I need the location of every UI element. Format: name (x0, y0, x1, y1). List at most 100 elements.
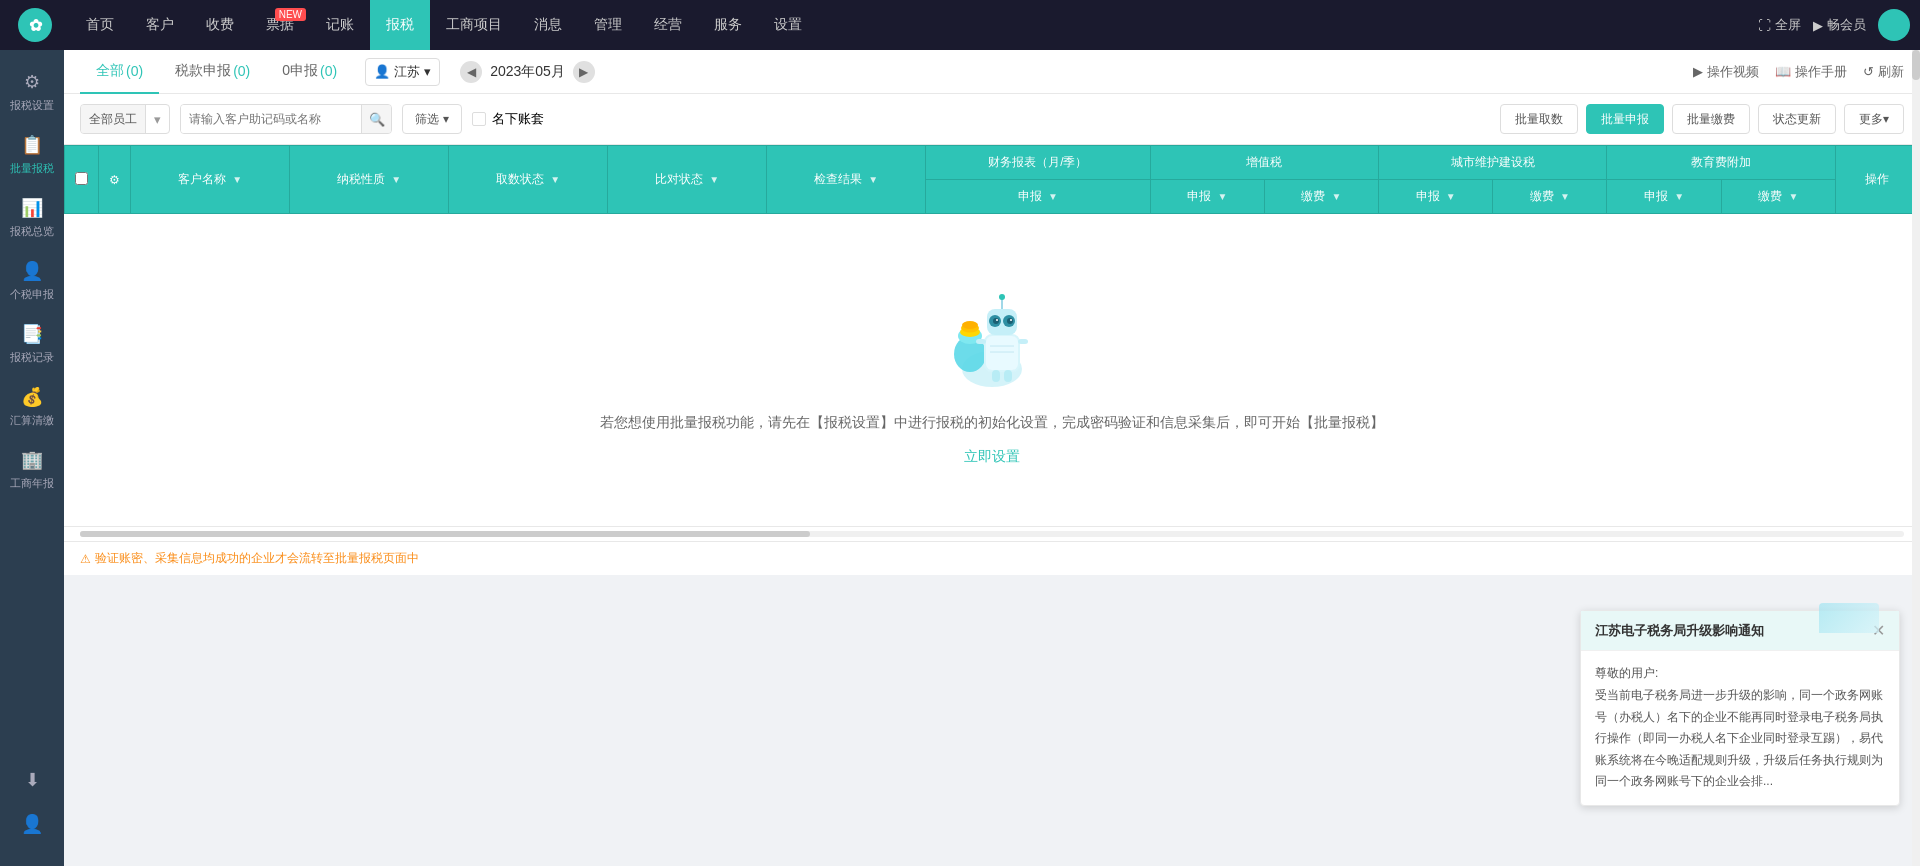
th-vat-declare: 申报 ▼ (1150, 180, 1264, 214)
th-tax-filter-icon[interactable]: ▼ (391, 174, 401, 185)
batch-pay-btn[interactable]: 批量缴费 (1672, 104, 1750, 134)
membership-icon: ▶ (1813, 18, 1823, 33)
user-avatar[interactable] (1878, 9, 1910, 41)
batch-fetch-btn[interactable]: 批量取数 (1500, 104, 1578, 134)
province-dropdown-icon: ▾ (424, 64, 431, 79)
svg-point-11 (993, 318, 999, 324)
select-all-checkbox[interactable] (75, 172, 88, 185)
account-checkbox-wrap[interactable]: 名下账套 (472, 110, 544, 128)
video-tutorial-btn[interactable]: ▶ 操作视频 (1693, 63, 1759, 81)
sidebar-item-tax-settings[interactable]: ⚙ 报税设置 (0, 60, 64, 123)
svg-rect-18 (1018, 339, 1028, 344)
tab-tax-declaration[interactable]: 税款申报 (0) (159, 50, 266, 94)
month-navigation: ◀ 2023年05月 ▶ (460, 61, 595, 83)
nav-business[interactable]: 工商项目 (430, 0, 518, 50)
th-vat-dec-icon[interactable]: ▼ (1217, 191, 1227, 202)
th-edu-dec-icon[interactable]: ▼ (1674, 191, 1684, 202)
nav-invoice[interactable]: 票据 NEW (250, 0, 310, 50)
notification-title: 江苏电子税务局升级影响通知 (1595, 622, 1764, 640)
next-month-btn[interactable]: ▶ (573, 61, 595, 83)
tab-all[interactable]: 全部 (0) (80, 50, 159, 94)
nav-accounting[interactable]: 记账 (310, 0, 370, 50)
th-vat-pay: 缴费 ▼ (1264, 180, 1378, 214)
status-update-btn[interactable]: 状态更新 (1758, 104, 1836, 134)
empty-state: 若您想使用批量报税功能，请先在【报税设置】中进行报税的初始化设置，完成密码验证和… (65, 214, 1920, 526)
sidebar-item-download[interactable]: ⬇ (20, 758, 44, 802)
setup-link[interactable]: 立即设置 (964, 448, 1020, 466)
th-city-pay-icon[interactable]: ▼ (1560, 191, 1570, 202)
th-customer-filter-icon[interactable]: ▼ (232, 174, 242, 185)
th-vat-pay-icon[interactable]: ▼ (1332, 191, 1342, 202)
sidebar-item-tax-records[interactable]: 📑 报税记录 (0, 312, 64, 375)
nav-manage[interactable]: 管理 (578, 0, 638, 50)
sidebar-item-user[interactable]: 👤 (20, 802, 44, 846)
account-checkbox[interactable] (472, 112, 486, 126)
svg-rect-22 (1004, 370, 1012, 382)
refresh-btn[interactable]: ↺ 刷新 (1863, 63, 1904, 81)
nav-items: 首页 客户 收费 票据 NEW 记账 报税 工商项目 消息 管理 经营 服务 设… (70, 0, 1758, 50)
th-operation: 操作 (1835, 146, 1919, 214)
th-check-filter-icon[interactable]: ▼ (868, 174, 878, 185)
nav-tax[interactable]: 报税 (370, 0, 430, 50)
manual-btn[interactable]: 📖 操作手册 (1775, 63, 1847, 81)
th-edu-pay-icon[interactable]: ▼ (1789, 191, 1799, 202)
sidebar-item-batch-tax[interactable]: 📋 批量报税 (0, 123, 64, 186)
more-btn[interactable]: 更多 ▾ (1844, 104, 1904, 134)
sidebar-item-annual-report[interactable]: 🏢 工商年报 (0, 438, 64, 501)
filter-right-actions: 批量取数 批量申报 批量缴费 状态更新 更多 ▾ (1500, 104, 1904, 134)
th-city-tax: 城市维护建设税 (1379, 146, 1607, 180)
prev-month-btn[interactable]: ◀ (460, 61, 482, 83)
province-selector[interactable]: 👤 江苏 ▾ (365, 58, 440, 86)
filter-button[interactable]: 筛选 ▾ (402, 104, 462, 134)
sidebar-item-personal-tax[interactable]: 👤 个税申报 (0, 249, 64, 312)
th-checkbox (65, 146, 99, 214)
scrollbar-thumb (80, 531, 810, 537)
th-customer-name: 客户名称 ▼ (131, 146, 290, 214)
th-fetch-filter-icon[interactable]: ▼ (550, 174, 560, 185)
th-fin-dec-icon[interactable]: ▼ (1048, 191, 1058, 202)
manual-icon: 📖 (1775, 64, 1791, 79)
th-tax-type: 纳税性质 ▼ (290, 146, 449, 214)
employee-dropdown-icon: ▾ (146, 105, 169, 133)
sidebar-item-tax-overview[interactable]: 📊 报税总览 (0, 186, 64, 249)
right-scrollbar[interactable] (1912, 50, 1920, 866)
svg-point-16 (999, 294, 1005, 300)
nav-operation[interactable]: 经营 (638, 0, 698, 50)
th-city-dec-icon[interactable]: ▼ (1446, 191, 1456, 202)
user-icon: 👤 (20, 812, 44, 836)
th-compare-filter-icon[interactable]: ▼ (709, 174, 719, 185)
search-button[interactable]: 🔍 (361, 105, 391, 133)
notification-corner-decoration (1819, 603, 1879, 633)
nav-customer[interactable]: 客户 (130, 0, 190, 50)
horizontal-scrollbar[interactable] (80, 531, 1904, 537)
invoice-badge: NEW (275, 8, 306, 21)
tab-zero-declaration[interactable]: 0申报 (0) (266, 50, 353, 94)
nav-settings[interactable]: 设置 (758, 0, 818, 50)
download-icon: ⬇ (20, 768, 44, 792)
current-month: 2023年05月 (490, 63, 565, 81)
nav-service[interactable]: 服务 (698, 0, 758, 50)
nav-home[interactable]: 首页 (70, 0, 130, 50)
employee-select[interactable]: 全部员工 ▾ (80, 104, 170, 134)
personal-tax-icon: 👤 (20, 259, 44, 283)
sidebar-bottom: ⬇ 👤 (20, 758, 44, 866)
membership-btn[interactable]: ▶ 畅会员 (1813, 16, 1866, 34)
nav-billing[interactable]: 收费 (190, 0, 250, 50)
th-edu-declare: 申报 ▼ (1607, 180, 1721, 214)
more-dropdown-icon: ▾ (1883, 112, 1889, 126)
batch-declare-btn[interactable]: 批量申报 (1586, 104, 1664, 134)
logo[interactable]: ✿ (10, 0, 60, 50)
filter-bar: 全部员工 ▾ 🔍 筛选 ▾ 名下账套 批量取数 批量申报 批量缴费 状态更新 更… (64, 94, 1920, 145)
search-input[interactable] (181, 105, 361, 133)
annual-report-icon: 🏢 (20, 448, 44, 472)
th-edu-pay: 缴费 ▼ (1721, 180, 1835, 214)
nav-messages[interactable]: 消息 (518, 0, 578, 50)
search-wrap: 🔍 (180, 104, 392, 134)
employee-select-label: 全部员工 (81, 105, 146, 133)
batch-tax-icon: 📋 (20, 133, 44, 157)
tabs-bar: 全部 (0) 税款申报 (0) 0申报 (0) 👤 江苏 ▾ ◀ 2023年05… (64, 50, 1920, 94)
sidebar-item-settlement[interactable]: 💰 汇算清缴 (0, 375, 64, 438)
fullscreen-btn[interactable]: ⛶ 全屏 (1758, 16, 1801, 34)
sidebar: ⚙ 报税设置 📋 批量报税 📊 报税总览 👤 个税申报 📑 报税记录 💰 汇算清… (0, 50, 64, 866)
table-wrap: ⚙ 客户名称 ▼ 纳税性质 ▼ 取数状态 ▼ 比对状态 (64, 145, 1920, 526)
